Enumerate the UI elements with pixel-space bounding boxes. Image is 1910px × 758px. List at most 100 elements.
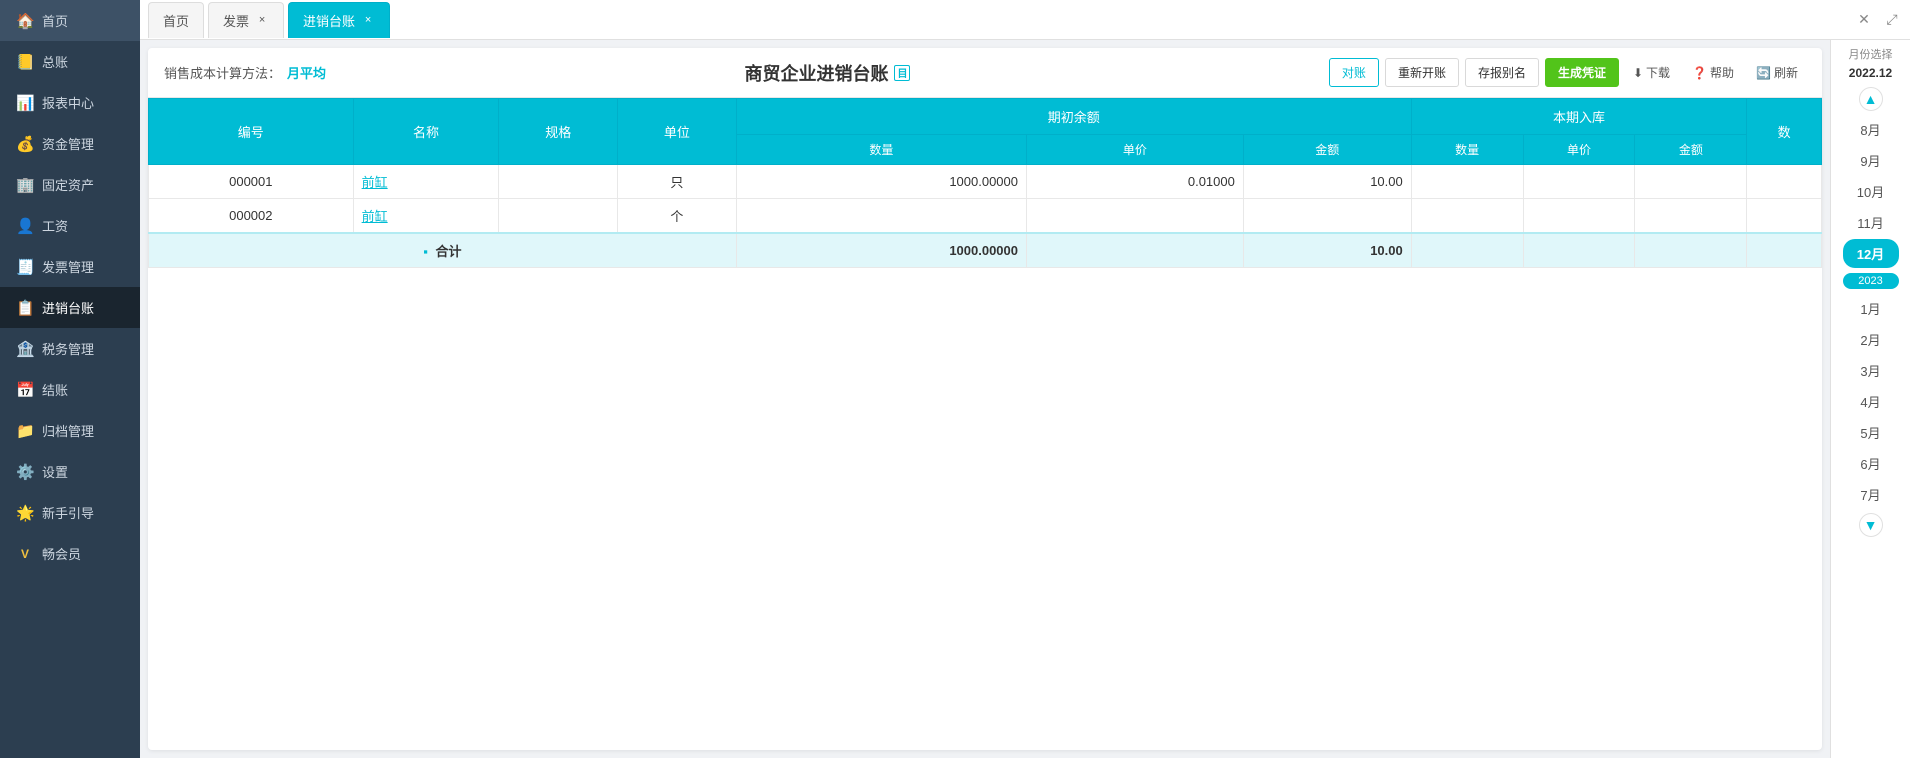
cost-method-value: 月平均 — [287, 63, 326, 82]
save-as-button[interactable]: 存报别名 — [1465, 58, 1539, 87]
month-prev-button[interactable]: ▲ — [1859, 87, 1883, 111]
sidebar-item-label: 归档管理 — [42, 421, 94, 440]
page-title: 商贸企业进销台账 目 — [334, 60, 1321, 86]
month-picker-panel: 月份选择 2022.12 ▲ 8月 9月 10月 11月 12月 2023 1月… — [1830, 40, 1910, 758]
reconcile-button[interactable]: 对账 — [1329, 58, 1379, 87]
col-in-amount: 金额 — [1635, 135, 1747, 165]
sidebar-item-settings[interactable]: ⚙️ 设置 — [0, 451, 140, 492]
total-init-price — [1027, 233, 1244, 268]
table-row: 000002 前缸 个 — [149, 199, 1822, 234]
sidebar-item-member[interactable]: V 畅会员 — [0, 533, 140, 574]
total-init-qty: 1000.00000 — [736, 233, 1026, 268]
cell-init-amount: 10.00 — [1243, 165, 1411, 199]
window-controls: ✕ ⤢ — [1854, 10, 1902, 30]
cell-in-price — [1523, 199, 1635, 234]
month-item-4[interactable]: 4月 — [1843, 387, 1899, 416]
window-close-button[interactable]: ✕ — [1854, 10, 1874, 30]
window-maximize-button[interactable]: ⤢ — [1882, 10, 1902, 30]
cell-unit: 个 — [618, 199, 737, 234]
month-item-6[interactable]: 6月 — [1843, 449, 1899, 478]
cell-init-amount — [1243, 199, 1411, 234]
cell-in-qty — [1411, 165, 1523, 199]
title-info-icon[interactable]: 目 — [894, 65, 910, 81]
month-item-10[interactable]: 10月 — [1843, 177, 1899, 206]
reopen-button[interactable]: 重新开账 — [1385, 58, 1459, 87]
sidebar-item-close[interactable]: 📅 结账 — [0, 369, 140, 410]
sidebar-item-tax[interactable]: 🏦 税务管理 — [0, 328, 140, 369]
tab-purchase-sales-close[interactable]: × — [361, 13, 375, 27]
help-button[interactable]: ❓ 帮助 — [1684, 60, 1742, 85]
year-2023-badge: 2023 — [1843, 273, 1899, 289]
cell-name: 前缸 — [353, 199, 499, 234]
month-item-8[interactable]: 8月 — [1843, 115, 1899, 144]
funds-icon: 💰 — [16, 135, 34, 153]
sidebar-item-label: 税务管理 — [42, 339, 94, 358]
sidebar-item-purchase-sales[interactable]: 📋 进销台账 — [0, 287, 140, 328]
invoice-mgmt-icon: 🧾 — [16, 258, 34, 276]
month-item-7[interactable]: 7月 — [1843, 480, 1899, 509]
sidebar-item-label: 新手引导 — [42, 503, 94, 522]
cell-in-amount — [1635, 199, 1747, 234]
payroll-icon: 👤 — [16, 217, 34, 235]
refresh-icon: 🔄 — [1756, 66, 1771, 80]
sidebar-item-payroll[interactable]: 👤 工资 — [0, 205, 140, 246]
month-item-3[interactable]: 3月 — [1843, 356, 1899, 385]
main-area: 首页 发票 × 进销台账 × ✕ ⤢ 销售成本计算方法： 月平均 — [140, 0, 1910, 758]
cell-in-qty — [1411, 199, 1523, 234]
sidebar-item-label: 设置 — [42, 462, 68, 481]
member-icon: V — [16, 547, 34, 561]
sidebar-item-label: 进销台账 — [42, 298, 94, 317]
content-area: 销售成本计算方法： 月平均 商贸企业进销台账 目 对账 重新开账 存报别名 生成… — [140, 40, 1910, 758]
month-item-9[interactable]: 9月 — [1843, 146, 1899, 175]
cost-method-label: 销售成本计算方法： — [164, 63, 281, 82]
sidebar-item-reports[interactable]: 📊 报表中心 — [0, 82, 140, 123]
settings-icon: ⚙️ — [16, 463, 34, 481]
sidebar-item-home[interactable]: 🏠 首页 — [0, 0, 140, 41]
cell-name: 前缸 — [353, 165, 499, 199]
sidebar-item-invoice-mgmt[interactable]: 🧾 发票管理 — [0, 246, 140, 287]
toolbar-right: 对账 重新开账 存报别名 生成凭证 ⬇ 下载 ❓ 帮助 🔄 刷新 — [1329, 58, 1806, 87]
sidebar-item-label: 工资 — [42, 216, 68, 235]
month-item-1[interactable]: 1月 — [1843, 294, 1899, 323]
total-in-amount — [1635, 233, 1747, 268]
sidebar-item-label: 报表中心 — [42, 93, 94, 112]
month-next-button[interactable]: ▼ — [1859, 513, 1883, 537]
reports-icon: 📊 — [16, 94, 34, 112]
tab-purchase-sales[interactable]: 进销台账 × — [288, 2, 390, 38]
tab-home[interactable]: 首页 — [148, 2, 204, 38]
month-item-12[interactable]: 12月 — [1843, 239, 1899, 268]
month-picker-title: 月份选择 — [1849, 46, 1893, 62]
generate-voucher-button[interactable]: 生成凭证 — [1545, 58, 1619, 87]
download-button[interactable]: ⬇ 下载 — [1625, 60, 1678, 85]
tab-invoice-close[interactable]: × — [255, 13, 269, 27]
sidebar-item-funds[interactable]: 💰 资金管理 — [0, 123, 140, 164]
sidebar-item-ledger[interactable]: 📒 总账 — [0, 41, 140, 82]
sidebar-item-archive[interactable]: 📁 归档管理 — [0, 410, 140, 451]
col-init-price: 单价 — [1027, 135, 1244, 165]
col-code: 编号 — [149, 99, 354, 165]
sidebar-item-label: 资金管理 — [42, 134, 94, 153]
col-unit: 单位 — [618, 99, 737, 165]
close-period-icon: 📅 — [16, 381, 34, 399]
month-item-11[interactable]: 11月 — [1843, 208, 1899, 237]
download-icon: ⬇ — [1633, 66, 1643, 80]
cell-extra — [1747, 165, 1822, 199]
sidebar-item-label: 固定资产 — [42, 175, 94, 194]
refresh-button[interactable]: 🔄 刷新 — [1748, 60, 1806, 85]
month-picker-year: 2022.12 — [1849, 66, 1892, 80]
col-period-initial: 期初余额 — [736, 99, 1411, 135]
cell-spec — [499, 165, 618, 199]
col-spec: 规格 — [499, 99, 618, 165]
sidebar: 🏠 首页 📒 总账 📊 报表中心 💰 资金管理 🏢 固定资产 👤 工资 🧾 发票… — [0, 0, 140, 758]
cell-in-price — [1523, 165, 1635, 199]
sidebar-item-assets[interactable]: 🏢 固定资产 — [0, 164, 140, 205]
cell-in-amount — [1635, 165, 1747, 199]
sidebar-item-guide[interactable]: 🌟 新手引导 — [0, 492, 140, 533]
cell-spec — [499, 199, 618, 234]
home-icon: 🏠 — [16, 12, 34, 30]
tab-invoice[interactable]: 发票 × — [208, 2, 284, 38]
month-item-2[interactable]: 2月 — [1843, 325, 1899, 354]
month-item-5[interactable]: 5月 — [1843, 418, 1899, 447]
col-extra: 数 — [1747, 99, 1822, 165]
col-name: 名称 — [353, 99, 499, 165]
